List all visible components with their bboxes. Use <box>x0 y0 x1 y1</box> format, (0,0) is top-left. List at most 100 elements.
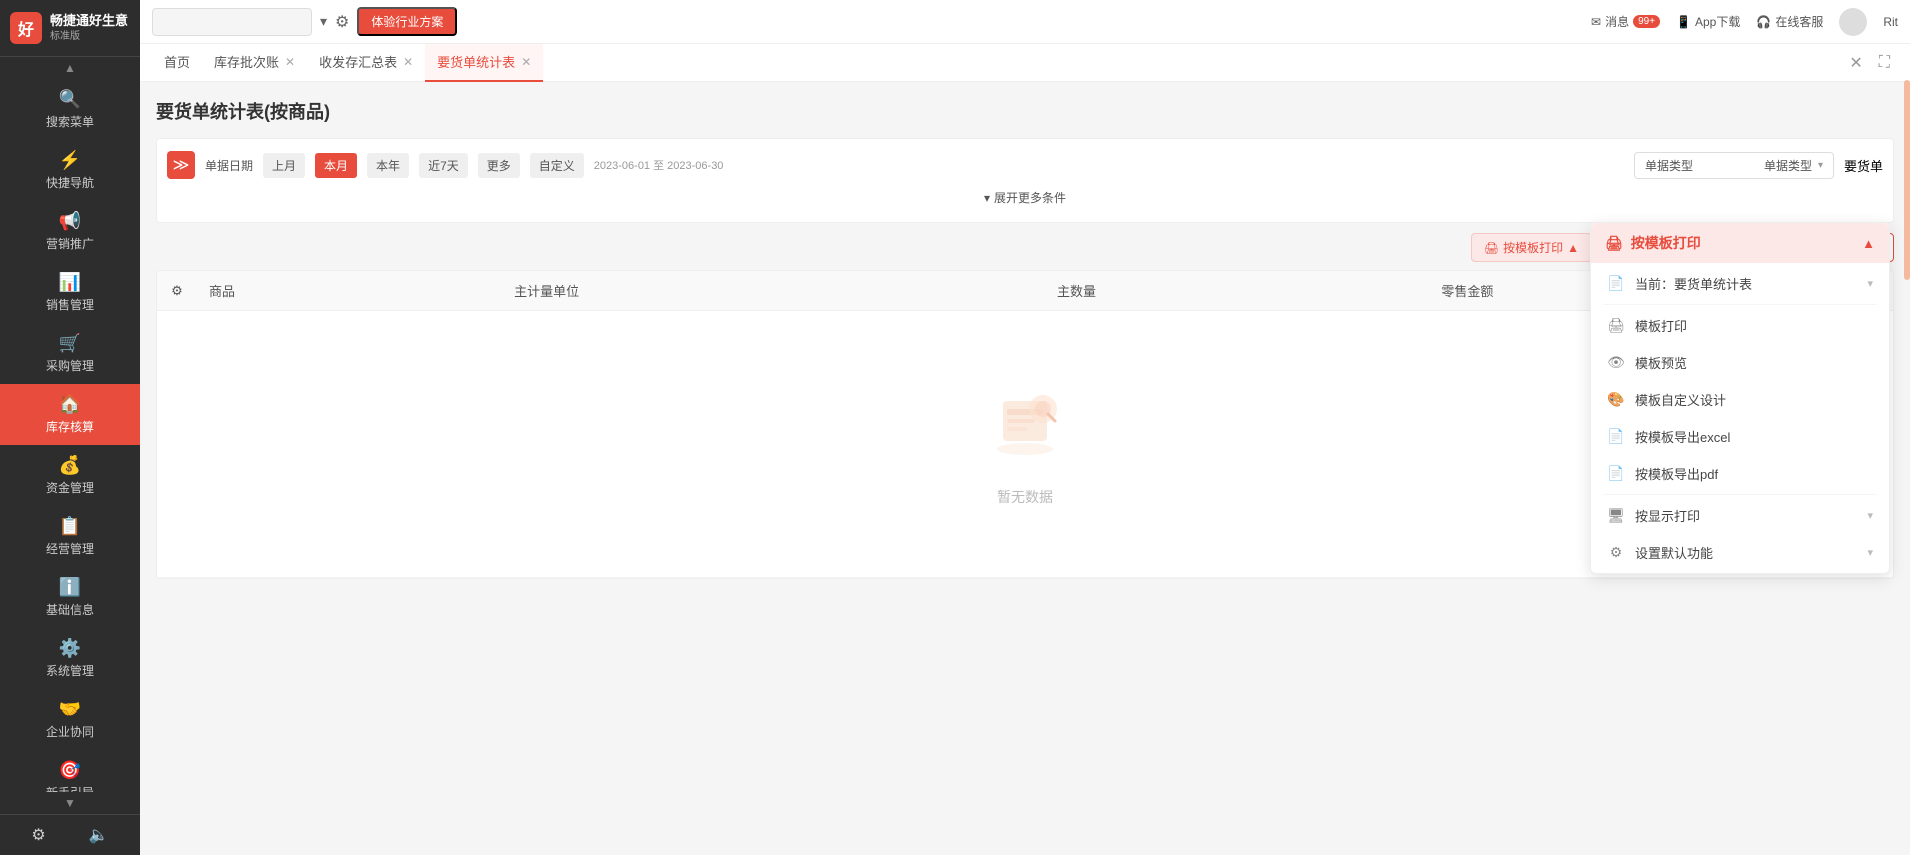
date-recent7-btn[interactable]: 近7天 <box>419 153 468 178</box>
display-print-item[interactable]: 🖥 按显示打印 ▾ <box>1591 497 1889 534</box>
tab-inventory-batch-close[interactable]: ✕ <box>285 56 295 68</box>
template-print-label: 模板打印 <box>1635 316 1687 335</box>
display-print-arrow: ▾ <box>1867 509 1873 522</box>
app-badge: 标准版 <box>50 30 128 44</box>
sidebar-item-guide[interactable]: 🎯 新手引导 <box>0 750 140 792</box>
display-print-icon: 🖥 <box>1607 507 1625 524</box>
sidebar-item-finance[interactable]: 💰 资金管理 <box>0 445 140 506</box>
tab-receivable-summary[interactable]: 收发存汇总表 ✕ <box>307 44 425 82</box>
filter-bar: ≫ 单据日期 上月 本月 本年 近7天 更多 自定义 2023-06-01 至 … <box>156 138 1894 223</box>
print-btn[interactable]: 🖨 按模板打印 ▲ <box>1471 233 1592 262</box>
search-icon: 🔍 <box>59 89 81 110</box>
display-print-label: 按显示打印 <box>1635 506 1700 525</box>
messages-btn[interactable]: ✉ 消息 99+ <box>1591 13 1660 30</box>
expand-more-btn[interactable]: ▾ 展开更多条件 <box>972 185 1078 210</box>
page-content: 要货单统计表(按商品) ≫ 单据日期 上月 本月 本年 近7天 更多 自定义 2… <box>140 82 1910 855</box>
app-download-btn[interactable]: 📱 App下载 <box>1676 13 1740 30</box>
order-type-select[interactable]: 单据类型 单据类型 ▾ <box>1634 152 1834 179</box>
service-icon: 🎧 <box>1756 15 1771 29</box>
print-options-section: 🖨 模板打印 👁 模板预览 🎨 模板自定义设计 📄 按模板导出excel 📄 <box>1591 305 1889 494</box>
tab-receivable-summary-close[interactable]: ✕ <box>403 56 413 68</box>
sidebar-item-search[interactable]: 🔍 搜索菜单 <box>0 79 140 140</box>
display-section: 🖥 按显示打印 ▾ ⚙ 设置默认功能 ▾ <box>1591 495 1889 573</box>
tab-inventory-batch[interactable]: 库存批次账 ✕ <box>202 44 307 82</box>
sidebar: 好 畅捷通好生意 标准版 ▲ 🔍 搜索菜单 ⚡ 快捷导航 📢 营销推广 📊 销售… <box>0 0 140 855</box>
scrollbar-indicator[interactable] <box>1904 82 1910 280</box>
sidebar-item-label: 营销推广 <box>46 235 94 252</box>
date-range-display: 2023-06-01 至 2023-06-30 <box>594 157 724 173</box>
template-excel-label: 按模板导出excel <box>1635 427 1730 446</box>
print-dropdown-header[interactable]: 🖨 按模板打印 ▲ <box>1591 223 1889 263</box>
tab-home[interactable]: 首页 <box>152 44 202 82</box>
sidebar-item-inventory[interactable]: 🏠 库存核算 <box>0 384 140 445</box>
template-print-item[interactable]: 🖨 模板打印 <box>1591 307 1889 344</box>
sidebar-item-marketing[interactable]: 📢 营销推广 <box>0 201 140 262</box>
messages-label: 消息 <box>1605 13 1629 30</box>
sidebar-logo: 好 畅捷通好生意 标准版 <box>0 0 140 57</box>
message-icon: ✉ <box>1591 15 1601 29</box>
scroll-up-btn[interactable]: ▲ <box>0 57 140 79</box>
tab-close-all[interactable]: ✕ <box>1841 53 1870 73</box>
app-download-label: App下载 <box>1695 13 1740 30</box>
sidebar-item-label: 销售管理 <box>46 296 94 313</box>
system-icon: ⚙️ <box>59 638 81 659</box>
template-print-icon: 🖨 <box>1607 317 1625 334</box>
order-status-label: 要货单 <box>1844 156 1883 175</box>
sidebar-item-system[interactable]: ⚙️ 系统管理 <box>0 628 140 689</box>
page-title: 要货单统计表(按商品) <box>156 98 1894 124</box>
current-template-label: 当前：要货单统计表 <box>1635 274 1752 293</box>
purchase-icon: 🛒 <box>59 333 81 354</box>
default-setting-icon: ⚙ <box>1607 544 1625 561</box>
date-prev-btn[interactable]: 上月 <box>263 153 305 178</box>
tab-expand-icon[interactable]: ⛶ <box>1871 54 1898 72</box>
default-setting-item[interactable]: ⚙ 设置默认功能 ▾ <box>1591 534 1889 571</box>
sidebar-item-basic[interactable]: ℹ️ 基础信息 <box>0 567 140 628</box>
col-settings[interactable]: ⚙ <box>157 271 197 311</box>
inventory-icon: 🏠 <box>59 394 81 415</box>
print-dropdown-title: 按模板打印 <box>1631 233 1701 253</box>
date-custom-btn[interactable]: 自定义 <box>530 153 584 178</box>
tab-order-stats-close[interactable]: ✕ <box>521 56 531 68</box>
trial-btn[interactable]: 体验行业方案 <box>357 7 457 36</box>
expand-icon: ▾ <box>984 191 990 205</box>
sidebar-item-operation[interactable]: 📋 经营管理 <box>0 506 140 567</box>
filter-row: ≫ 单据日期 上月 本月 本年 近7天 更多 自定义 2023-06-01 至 … <box>167 151 1883 179</box>
sidebar-item-purchase[interactable]: 🛒 采购管理 <box>0 323 140 384</box>
template-pdf-item[interactable]: 📄 按模板导出pdf <box>1591 455 1889 492</box>
sales-icon: 📊 <box>59 272 81 293</box>
current-template-item[interactable]: 📄 当前：要货单统计表 ▾ <box>1591 265 1889 302</box>
search-dropdown-icon[interactable]: ▾ <box>320 13 327 30</box>
online-service-label: 在线客服 <box>1775 13 1823 30</box>
scroll-down-btn[interactable]: ▼ <box>0 792 140 814</box>
current-template-arrow: ▾ <box>1867 277 1873 290</box>
audio-footer-icon[interactable]: 🔈 <box>89 825 109 845</box>
sidebar-item-label: 库存核算 <box>46 418 94 435</box>
messages-badge: 99+ <box>1633 15 1660 28</box>
settings-footer-icon[interactable]: ⚙ <box>31 825 45 845</box>
sidebar-item-label: 快捷导航 <box>46 174 94 191</box>
default-setting-arrow: ▾ <box>1867 546 1873 559</box>
tab-inventory-batch-label: 库存批次账 <box>214 52 279 71</box>
sidebar-item-quick-nav[interactable]: ⚡ 快捷导航 <box>0 140 140 201</box>
template-excel-item[interactable]: 📄 按模板导出excel <box>1591 418 1889 455</box>
print-label: 按模板打印 <box>1503 239 1563 256</box>
date-more-btn[interactable]: 更多 <box>478 153 520 178</box>
tab-order-stats[interactable]: 要货单统计表 ✕ <box>425 44 543 82</box>
filter-expand-btn[interactable]: ≫ <box>167 151 195 179</box>
date-year-btn[interactable]: 本年 <box>367 153 409 178</box>
sidebar-item-label: 新手引导 <box>46 784 94 792</box>
search-input[interactable] <box>152 8 312 36</box>
topbar-gear-icon[interactable]: ⚙ <box>335 12 349 32</box>
sidebar-item-label: 采购管理 <box>46 357 94 374</box>
user-avatar[interactable] <box>1839 8 1867 36</box>
sidebar-item-sales[interactable]: 📊 销售管理 <box>0 262 140 323</box>
online-service-btn[interactable]: 🎧 在线客服 <box>1756 13 1823 30</box>
date-current-btn[interactable]: 本月 <box>315 153 357 178</box>
tab-receivable-summary-label: 收发存汇总表 <box>319 52 397 71</box>
template-preview-item[interactable]: 👁 模板预览 <box>1591 344 1889 381</box>
template-custom-label: 模板自定义设计 <box>1635 390 1726 409</box>
sidebar-item-collab[interactable]: 🤝 企业协同 <box>0 689 140 750</box>
print-dropdown: 🖨 按模板打印 ▲ 📄 当前：要货单统计表 ▾ 🖨 模板打印 <box>1590 222 1890 574</box>
template-custom-item[interactable]: 🎨 模板自定义设计 <box>1591 381 1889 418</box>
download-icon: 📱 <box>1676 15 1691 29</box>
